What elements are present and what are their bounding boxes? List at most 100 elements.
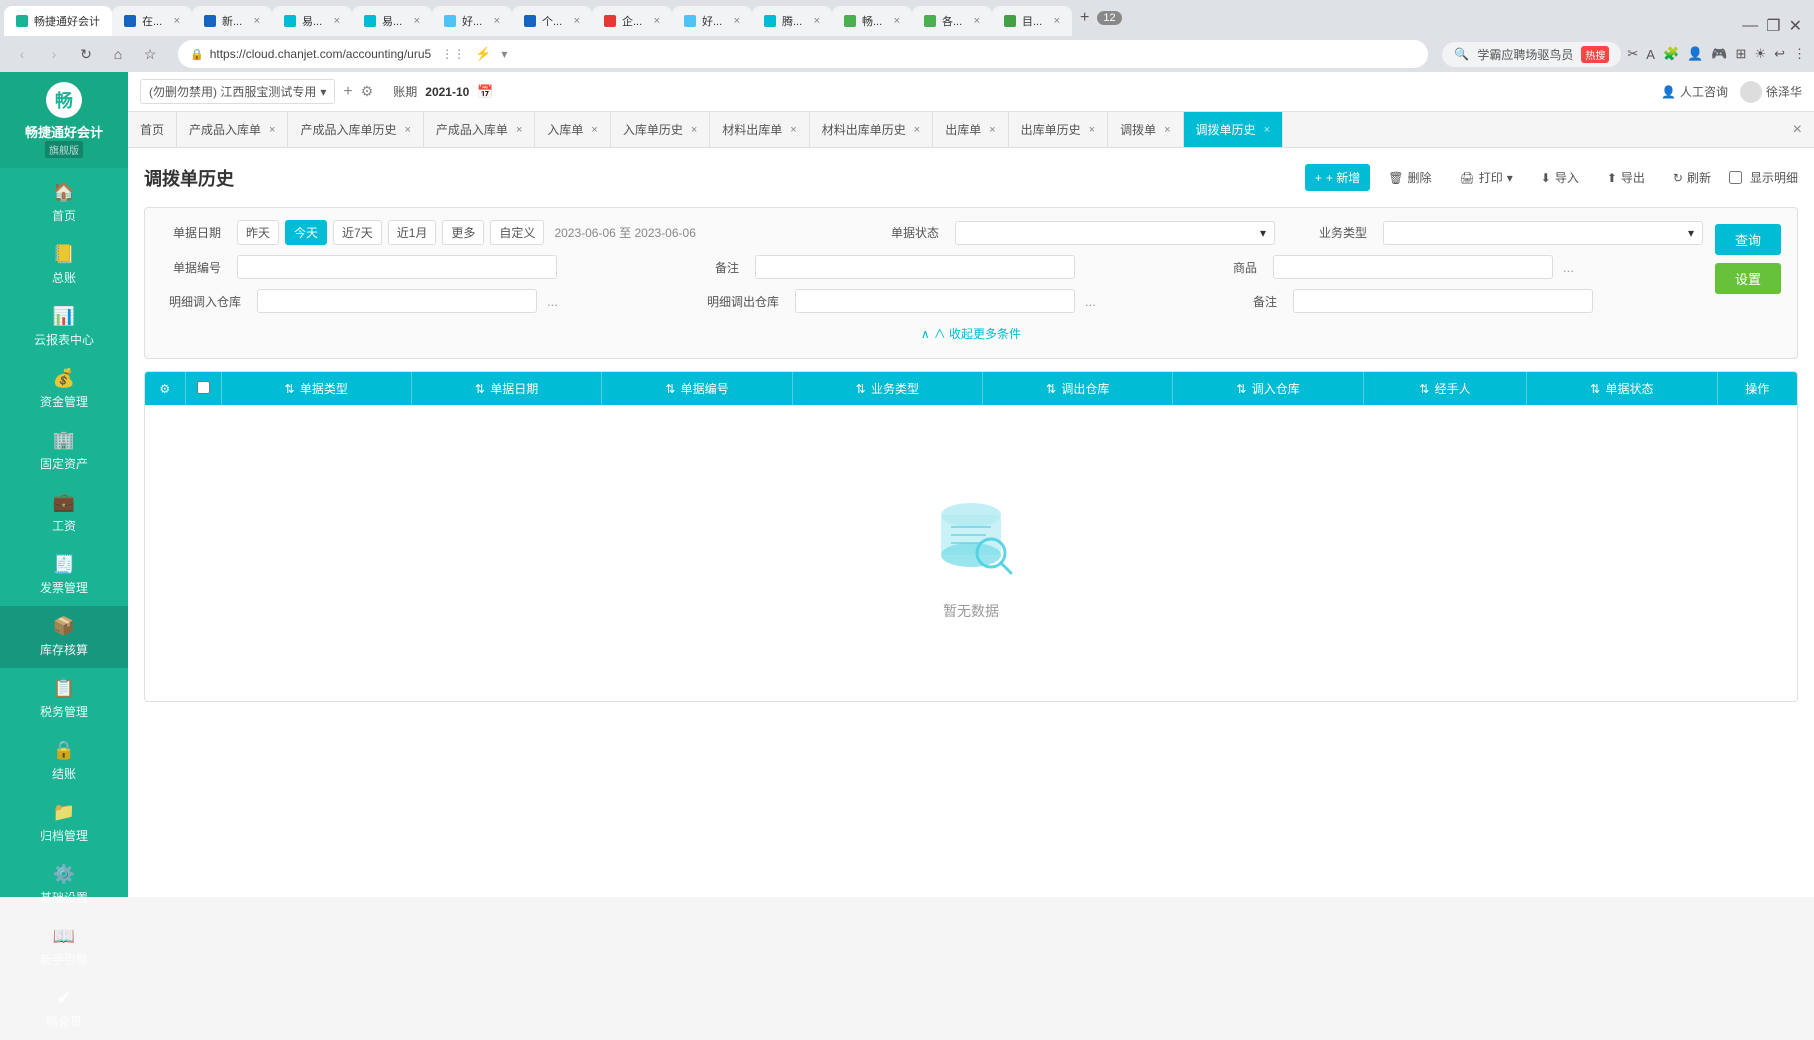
- tab-close-6[interactable]: ×: [494, 15, 500, 27]
- biztype-filter-select[interactable]: ▾: [1383, 221, 1703, 245]
- col-biz-type[interactable]: ⇅ 业务类型: [792, 372, 982, 405]
- col-handler[interactable]: ⇅ 经手人: [1363, 372, 1526, 405]
- today-btn[interactable]: 今天: [285, 220, 327, 245]
- extensions-icon[interactable]: 🧩: [1663, 46, 1679, 62]
- help-button[interactable]: 👤 人工咨询: [1661, 83, 1728, 100]
- goods-filter-dots[interactable]: ...: [1563, 260, 1574, 275]
- sidebar-item-funds[interactable]: 💰 资金管理: [0, 358, 128, 420]
- company-selector[interactable]: (勿删勿禁用) 江西服宝测试专用 ▾: [140, 79, 335, 104]
- sidebar-item-archive[interactable]: 📁 归档管理: [0, 792, 128, 854]
- page-tab-inbound[interactable]: 入库单 ×: [535, 112, 610, 148]
- table-settings-icon[interactable]: ⚙: [159, 382, 170, 396]
- show-cols-checkbox[interactable]: [1729, 171, 1742, 184]
- browser-tab-4[interactable]: 易... ×: [272, 6, 352, 36]
- tab-close-3[interactable]: ×: [254, 15, 260, 27]
- export-button[interactable]: ⬆ 导出: [1597, 164, 1655, 191]
- yesterday-btn[interactable]: 昨天: [237, 220, 279, 245]
- new-button[interactable]: + + 新增: [1305, 164, 1370, 191]
- window-minimize[interactable]: —: [1742, 17, 1758, 35]
- browser-tab-11[interactable]: 畅... ×: [832, 6, 912, 36]
- site-info-icon[interactable]: ⋮⋮: [441, 47, 465, 61]
- remark-filter-input[interactable]: [755, 255, 1075, 279]
- sidebar-item-assets[interactable]: 🏢 固定资产: [0, 420, 128, 482]
- check-all-checkbox[interactable]: [197, 381, 210, 394]
- col-doc-type[interactable]: ⇅ 单据类型: [221, 372, 411, 405]
- theme-icon[interactable]: ☀: [1754, 46, 1766, 62]
- search-text[interactable]: 学霸应聘场驱鸟员: [1477, 46, 1573, 63]
- page-tab-material-out[interactable]: 材料出库单 ×: [710, 112, 809, 148]
- page-tab-home[interactable]: 首页: [128, 112, 177, 148]
- new-tab-button[interactable]: +: [1072, 5, 1097, 31]
- browser-tab-6[interactable]: 好... ×: [432, 6, 512, 36]
- tab-close-10[interactable]: ×: [814, 15, 820, 27]
- query-button[interactable]: 查询: [1715, 224, 1781, 255]
- col-doc-status[interactable]: ⇅ 单据状态: [1527, 372, 1717, 405]
- import-button[interactable]: ⬇ 导入: [1531, 164, 1589, 191]
- translate-icon[interactable]: A: [1646, 47, 1655, 62]
- undo-icon[interactable]: ↩: [1774, 46, 1785, 62]
- sidebar-item-tax[interactable]: 📋 税务管理: [0, 668, 128, 730]
- tab-close-8[interactable]: ×: [654, 15, 660, 27]
- week-btn[interactable]: 近7天: [333, 220, 382, 245]
- tab-close-outh[interactable]: ×: [1089, 124, 1095, 136]
- goods-filter-input[interactable]: [1273, 255, 1553, 279]
- dropdown-icon[interactable]: ▾: [501, 47, 507, 61]
- tab-close-11[interactable]: ×: [894, 15, 900, 27]
- tab-close-7[interactable]: ×: [574, 15, 580, 27]
- menu-icon[interactable]: ⋮: [1793, 46, 1806, 62]
- sidebar-item-member[interactable]: ✔ 畅会员: [0, 978, 128, 1040]
- page-tab-transfer-history[interactable]: 调拨单历史 ×: [1184, 112, 1283, 148]
- col-in-warehouse[interactable]: ⇅ 调入仓库: [1173, 372, 1363, 405]
- to-wh-input[interactable]: [795, 289, 1075, 313]
- tab-close-2[interactable]: ×: [174, 15, 180, 27]
- page-tab-products-inbound2[interactable]: 产成品入库单 ×: [424, 112, 535, 148]
- collapse-button[interactable]: ∧ ∧ 收起更多条件: [913, 321, 1029, 346]
- tab-close-4[interactable]: ×: [334, 15, 340, 27]
- page-tab-outbound-history[interactable]: 出库单历史 ×: [1009, 112, 1108, 148]
- tab-close-9[interactable]: ×: [734, 15, 740, 27]
- refresh-button[interactable]: ↻: [72, 40, 100, 68]
- tab-close-transfer[interactable]: ×: [1164, 124, 1170, 136]
- docno-filter-input[interactable]: [237, 255, 557, 279]
- tab-close-inbound[interactable]: ×: [591, 124, 597, 136]
- scissors-icon[interactable]: ✂: [1627, 46, 1638, 62]
- page-tab-outbound[interactable]: 出库单 ×: [933, 112, 1008, 148]
- setting-button[interactable]: 设置: [1715, 263, 1781, 294]
- sidebar-item-ledger[interactable]: 📒 总账: [0, 234, 128, 296]
- add-company-button[interactable]: +: [343, 83, 352, 101]
- sidebar-item-invoice[interactable]: 🧾 发票管理: [0, 544, 128, 606]
- sidebar-item-inventory[interactable]: 📦 库存核算: [0, 606, 128, 668]
- back-button[interactable]: ‹: [8, 40, 36, 68]
- tab-close-moh[interactable]: ×: [914, 124, 920, 136]
- sidebar-item-closing[interactable]: 🔒 结账: [0, 730, 128, 792]
- remark2-input[interactable]: [1293, 289, 1593, 313]
- col-out-warehouse[interactable]: ⇅ 调出仓库: [983, 372, 1173, 405]
- refresh-button-page[interactable]: ↻ 刷新: [1663, 164, 1721, 191]
- page-tab-inbound-history[interactable]: 入库单历史 ×: [611, 112, 710, 148]
- tab-close-pi2[interactable]: ×: [516, 124, 522, 136]
- bookmark-button[interactable]: ☆: [136, 40, 164, 68]
- grid-icon[interactable]: ⊞: [1736, 46, 1747, 62]
- close-all-button[interactable]: ×: [1781, 121, 1814, 139]
- browser-tab-8[interactable]: 企... ×: [592, 6, 672, 36]
- page-tab-transfer[interactable]: 调拨单 ×: [1108, 112, 1183, 148]
- sidebar-item-settings[interactable]: ⚙️ 基础设置: [0, 854, 128, 916]
- custom-btn[interactable]: 自定义: [490, 220, 544, 245]
- tab-close-mo[interactable]: ×: [790, 124, 796, 136]
- tab-close-5[interactable]: ×: [414, 15, 420, 27]
- page-tab-products-inbound[interactable]: 产成品入库单 ×: [177, 112, 288, 148]
- window-maximize[interactable]: ❐: [1766, 16, 1780, 36]
- window-close[interactable]: ✕: [1789, 16, 1802, 36]
- month-btn[interactable]: 近1月: [388, 220, 437, 245]
- calendar-icon[interactable]: 📅: [477, 84, 493, 100]
- tab-close-pi[interactable]: ×: [269, 124, 275, 136]
- delete-button[interactable]: 🗑 删除: [1378, 164, 1441, 191]
- sidebar-item-home[interactable]: 🏠 首页: [0, 172, 128, 234]
- tab-close-ih[interactable]: ×: [691, 124, 697, 136]
- sidebar-item-reports[interactable]: 📊 云报表中心: [0, 296, 128, 358]
- sidebar-item-salary[interactable]: 💼 工资: [0, 482, 128, 544]
- tab-close-12[interactable]: ×: [974, 15, 980, 27]
- browser-tab-7[interactable]: 个... ×: [512, 6, 592, 36]
- home-button[interactable]: ⌂: [104, 40, 132, 68]
- table-settings-col[interactable]: ⚙: [145, 372, 185, 405]
